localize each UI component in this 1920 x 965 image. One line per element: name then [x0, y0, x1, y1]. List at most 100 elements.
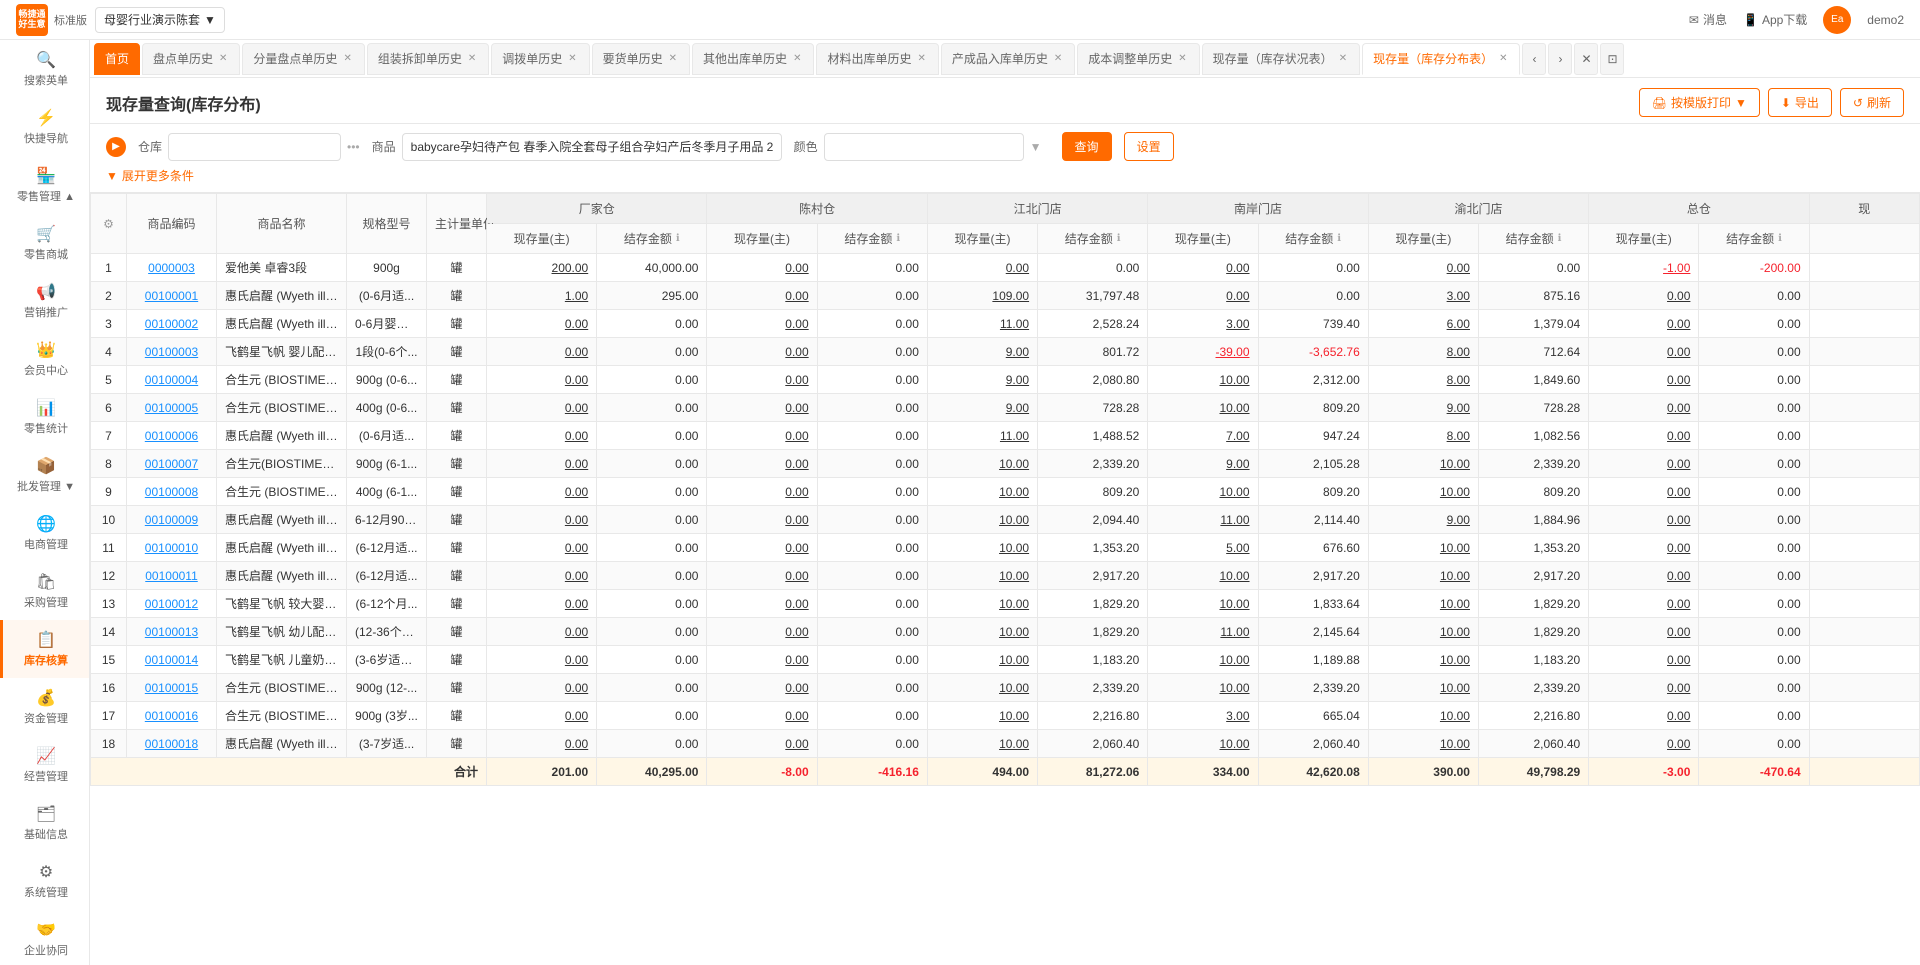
cell-na-qty[interactable]: 7.00 [1148, 422, 1258, 450]
cell-t-qty[interactable]: 0.00 [1589, 282, 1699, 310]
app-download-btn[interactable]: 📱 App下载 [1743, 11, 1807, 28]
sidebar-item-member[interactable]: 👑 会员中心 [0, 330, 89, 388]
cell-ch-qty[interactable]: 0.00 [707, 450, 817, 478]
cell-t-qty[interactable]: 0.00 [1589, 422, 1699, 450]
sidebar-item-ecom[interactable]: 🌐 电商管理 [0, 504, 89, 562]
info-icon[interactable]: ℹ [676, 233, 680, 244]
cell-ch-qty[interactable]: 0.00 [707, 338, 817, 366]
cell-t-qty[interactable]: 0.00 [1589, 338, 1699, 366]
cell-f-qty[interactable]: 0.00 [487, 562, 597, 590]
cell-jb-qty[interactable]: 11.00 [927, 422, 1037, 450]
cell-yb-qty[interactable]: 9.00 [1368, 394, 1478, 422]
cell-na-qty[interactable]: 10.00 [1148, 366, 1258, 394]
cell-yb-qty[interactable]: 10.00 [1368, 562, 1478, 590]
cell-t-qty[interactable]: 0.00 [1589, 702, 1699, 730]
sidebar-item-nav[interactable]: ⚡ 快捷导航 [0, 98, 89, 156]
cell-ch-qty[interactable]: 0.00 [707, 478, 817, 506]
cell-ch-qty[interactable]: 0.00 [707, 310, 817, 338]
cell-yb-qty[interactable]: 10.00 [1368, 674, 1478, 702]
tab-close-active-icon[interactable]: ✕ [1497, 53, 1509, 65]
cell-t-qty[interactable]: 0.00 [1589, 394, 1699, 422]
print-btn[interactable]: 🖨 按模版打印 ▼ [1639, 88, 1760, 117]
cell-t-qty[interactable]: 0.00 [1589, 534, 1699, 562]
cell-yb-qty[interactable]: 10.00 [1368, 730, 1478, 758]
tab-close-icon[interactable]: ✕ [566, 53, 578, 65]
cell-jb-qty[interactable]: 10.00 [927, 590, 1037, 618]
cell-f-qty[interactable]: 0.00 [487, 702, 597, 730]
info-icon[interactable]: ℹ [1778, 233, 1782, 244]
sidebar-item-operations[interactable]: 📈 经营管理 [0, 736, 89, 794]
cell-jb-qty[interactable]: 9.00 [927, 394, 1037, 422]
cell-code[interactable]: 00100006 [127, 422, 217, 450]
cell-jb-qty[interactable]: 109.00 [927, 282, 1037, 310]
cell-ch-qty[interactable]: 0.00 [707, 506, 817, 534]
cell-yb-qty[interactable]: 0.00 [1368, 254, 1478, 282]
cell-f-qty[interactable]: 0.00 [487, 338, 597, 366]
tab-product-in[interactable]: 产成品入库单历史 ✕ [941, 43, 1075, 75]
cell-yb-qty[interactable]: 10.00 [1368, 450, 1478, 478]
tab-close-icon[interactable]: ✕ [1052, 53, 1064, 65]
cell-yb-qty[interactable]: 9.00 [1368, 506, 1478, 534]
cell-jb-qty[interactable]: 0.00 [927, 254, 1037, 282]
expand-filter[interactable]: ▼ 展开更多条件 [106, 167, 1904, 184]
sidebar-item-finance[interactable]: 💰 资金管理 [0, 678, 89, 736]
tab-cost-adjust[interactable]: 成本调整单历史 ✕ [1077, 43, 1199, 75]
cell-jb-qty[interactable]: 10.00 [927, 478, 1037, 506]
sidebar-item-search[interactable]: 🔍 搜索英单 [0, 40, 89, 98]
cell-code[interactable]: 00100010 [127, 534, 217, 562]
cell-f-qty[interactable]: 0.00 [487, 590, 597, 618]
cell-code[interactable]: 00100012 [127, 590, 217, 618]
cell-na-qty[interactable]: -39.00 [1148, 338, 1258, 366]
sidebar-item-basic[interactable]: 🗂 基础信息 [0, 794, 89, 852]
info-icon[interactable]: ℹ [1337, 233, 1341, 244]
cell-yb-qty[interactable]: 3.00 [1368, 282, 1478, 310]
cell-code[interactable]: 00100015 [127, 674, 217, 702]
cell-yb-qty[interactable]: 10.00 [1368, 590, 1478, 618]
tab-nav-next[interactable]: › [1548, 43, 1572, 75]
cell-t-qty[interactable]: 0.00 [1589, 506, 1699, 534]
cell-jb-qty[interactable]: 10.00 [927, 450, 1037, 478]
tab-home[interactable]: 首页 [94, 43, 140, 75]
th-settings[interactable]: ⚙ [91, 194, 127, 254]
warehouse-input[interactable] [168, 133, 341, 161]
cell-t-qty[interactable]: 0.00 [1589, 366, 1699, 394]
cell-jb-qty[interactable]: 9.00 [927, 338, 1037, 366]
cell-ch-qty[interactable]: 0.00 [707, 282, 817, 310]
export-btn[interactable]: ⬇ 导出 [1768, 88, 1832, 117]
cell-ch-qty[interactable]: 0.00 [707, 702, 817, 730]
sidebar-item-collab[interactable]: 🤝 企业协同 [0, 910, 89, 965]
cell-jb-qty[interactable]: 10.00 [927, 562, 1037, 590]
cell-code[interactable]: 00100003 [127, 338, 217, 366]
goods-input[interactable] [402, 133, 782, 161]
tab-inventory-check[interactable]: 盘点单历史 ✕ [142, 43, 240, 75]
cell-yb-qty[interactable]: 6.00 [1368, 310, 1478, 338]
cell-yb-qty[interactable]: 10.00 [1368, 478, 1478, 506]
cell-t-qty[interactable]: 0.00 [1589, 450, 1699, 478]
tab-close-icon[interactable]: ✕ [1176, 53, 1188, 65]
tab-nav-prev[interactable]: ‹ [1522, 43, 1546, 75]
tab-close-icon[interactable]: ✕ [915, 53, 927, 65]
cell-yb-qty[interactable]: 10.00 [1368, 618, 1478, 646]
sidebar-item-marketing[interactable]: 📢 营销推广 [0, 272, 89, 330]
tab-close-icon[interactable]: ✕ [466, 53, 478, 65]
cell-code[interactable]: 00100013 [127, 618, 217, 646]
store-selector[interactable]: 母婴行业演示陈套 ▼ [95, 7, 225, 33]
tab-stock-status[interactable]: 现存量（库存状况表） ✕ [1202, 43, 1360, 75]
cell-jb-qty[interactable]: 10.00 [927, 506, 1037, 534]
sidebar-item-wholesale[interactable]: 📦 批发管理 ▼ [0, 446, 89, 504]
cell-code[interactable]: 00100002 [127, 310, 217, 338]
cell-yb-qty[interactable]: 8.00 [1368, 338, 1478, 366]
filter-toggle-btn[interactable]: ▶ [106, 137, 126, 157]
cell-code[interactable]: 00100005 [127, 394, 217, 422]
cell-jb-qty[interactable]: 9.00 [927, 366, 1037, 394]
cell-ch-qty[interactable]: 0.00 [707, 730, 817, 758]
tab-order[interactable]: 要货单历史 ✕ [592, 43, 690, 75]
cell-ch-qty[interactable]: 0.00 [707, 534, 817, 562]
user-avatar[interactable]: Ea [1823, 6, 1851, 34]
tab-close-icon[interactable]: ✕ [667, 53, 679, 65]
cell-na-qty[interactable]: 11.00 [1148, 506, 1258, 534]
cell-na-qty[interactable]: 0.00 [1148, 282, 1258, 310]
warehouse-more-icon[interactable]: ••• [347, 140, 360, 154]
tab-partial-check[interactable]: 分量盘点单历史 ✕ [242, 43, 364, 75]
message-btn[interactable]: ✉ 消息 [1689, 11, 1727, 28]
